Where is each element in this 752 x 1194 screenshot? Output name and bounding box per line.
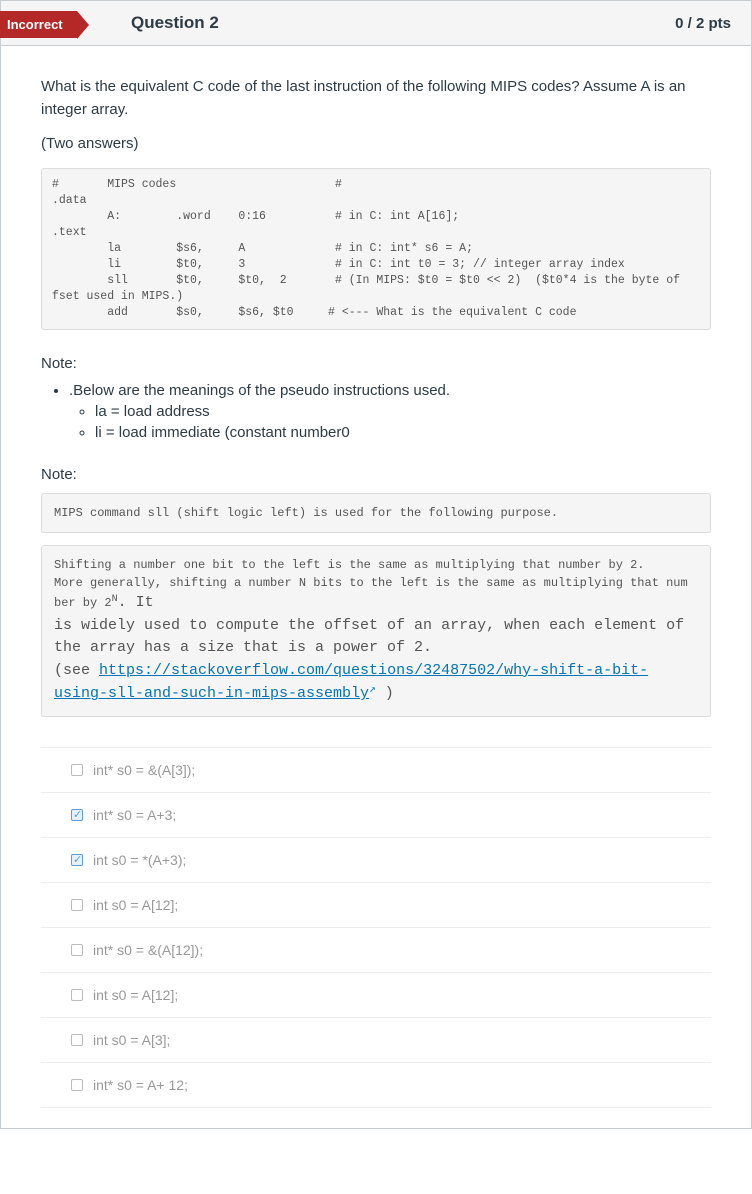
answer-label: int s0 = A[3]; [93,1032,170,1048]
pseudo-la: la = load address [95,403,711,420]
shift-line-2: More generally, shifting a number N bits… [54,576,688,590]
answer-label: int* s0 = &(A[3]); [93,762,195,778]
answer-option[interactable]: int s0 = *(A+3); [41,838,711,883]
checkbox-icon [71,1079,83,1091]
answer-label: int* s0 = &(A[12]); [93,942,203,958]
pseudo-li: li = load immediate (constant number0 [95,424,711,441]
question-prompt: What is the equivalent C code of the las… [41,76,711,156]
external-link-icon: ↗ [369,684,376,696]
stackoverflow-link[interactable]: https://stackoverflow.com/questions/3248… [54,662,648,703]
answer-option[interactable]: int* s0 = &(A[12]); [41,928,711,973]
checkbox-icon [71,989,83,1001]
prompt-line-2: (Two answers) [41,133,711,156]
checkbox-icon [71,809,83,821]
question-body: What is the equivalent C code of the las… [1,46,751,1128]
answer-label: int s0 = *(A+3); [93,852,186,868]
checkbox-icon [71,854,83,866]
shift-big-2b: ) [376,685,394,702]
question-points: 0 / 2 pts [675,15,731,32]
answer-label: int* s0 = A+ 12; [93,1077,188,1093]
shift-line-3b: . It [118,594,154,611]
pseudo-instructions-list: .Below are the meanings of the pseudo in… [41,382,711,441]
shift-big-1: is widely used to compute the offset of … [54,617,684,657]
checkbox-icon [71,764,83,776]
incorrect-flag: Incorrect [0,11,77,38]
question-header: Question 2 0 / 2 pts [1,1,751,46]
checkbox-icon [71,899,83,911]
answer-option[interactable]: int* s0 = A+3; [41,793,711,838]
sll-purpose-box: MIPS command sll (shift logic left) is u… [41,493,711,533]
note-1-heading: Note: [41,355,711,372]
shift-line-1: Shifting a number one bit to the left is… [54,558,645,572]
answer-list: int* s0 = &(A[3]); int* s0 = A+3; int s0… [41,747,711,1108]
answer-option[interactable]: int s0 = A[12]; [41,973,711,1018]
prompt-line-1: What is the equivalent C code of the las… [41,76,711,121]
answer-option[interactable]: int* s0 = &(A[3]); [41,748,711,793]
answer-label: int s0 = A[12]; [93,987,178,1003]
question-title: Question 2 [131,13,219,33]
answer-label: int* s0 = A+3; [93,807,176,823]
checkbox-icon [71,1034,83,1046]
shift-line-3a: ber by 2 [54,596,112,610]
shift-big-2a: (see [54,662,99,679]
answer-option[interactable]: int s0 = A[12]; [41,883,711,928]
answer-option[interactable]: int* s0 = A+ 12; [41,1063,711,1108]
checkbox-icon [71,944,83,956]
mips-code-block: # MIPS codes # .data A: .word 0:16 # in … [41,168,711,331]
note-2-heading: Note: [41,466,711,483]
sll-explanation-box: Shifting a number one bit to the left is… [41,545,711,717]
answer-label: int s0 = A[12]; [93,897,178,913]
pseudo-intro: .Below are the meanings of the pseudo in… [69,382,711,441]
answer-option[interactable]: int s0 = A[3]; [41,1018,711,1063]
question-container: Incorrect Question 2 0 / 2 pts What is t… [0,0,752,1129]
